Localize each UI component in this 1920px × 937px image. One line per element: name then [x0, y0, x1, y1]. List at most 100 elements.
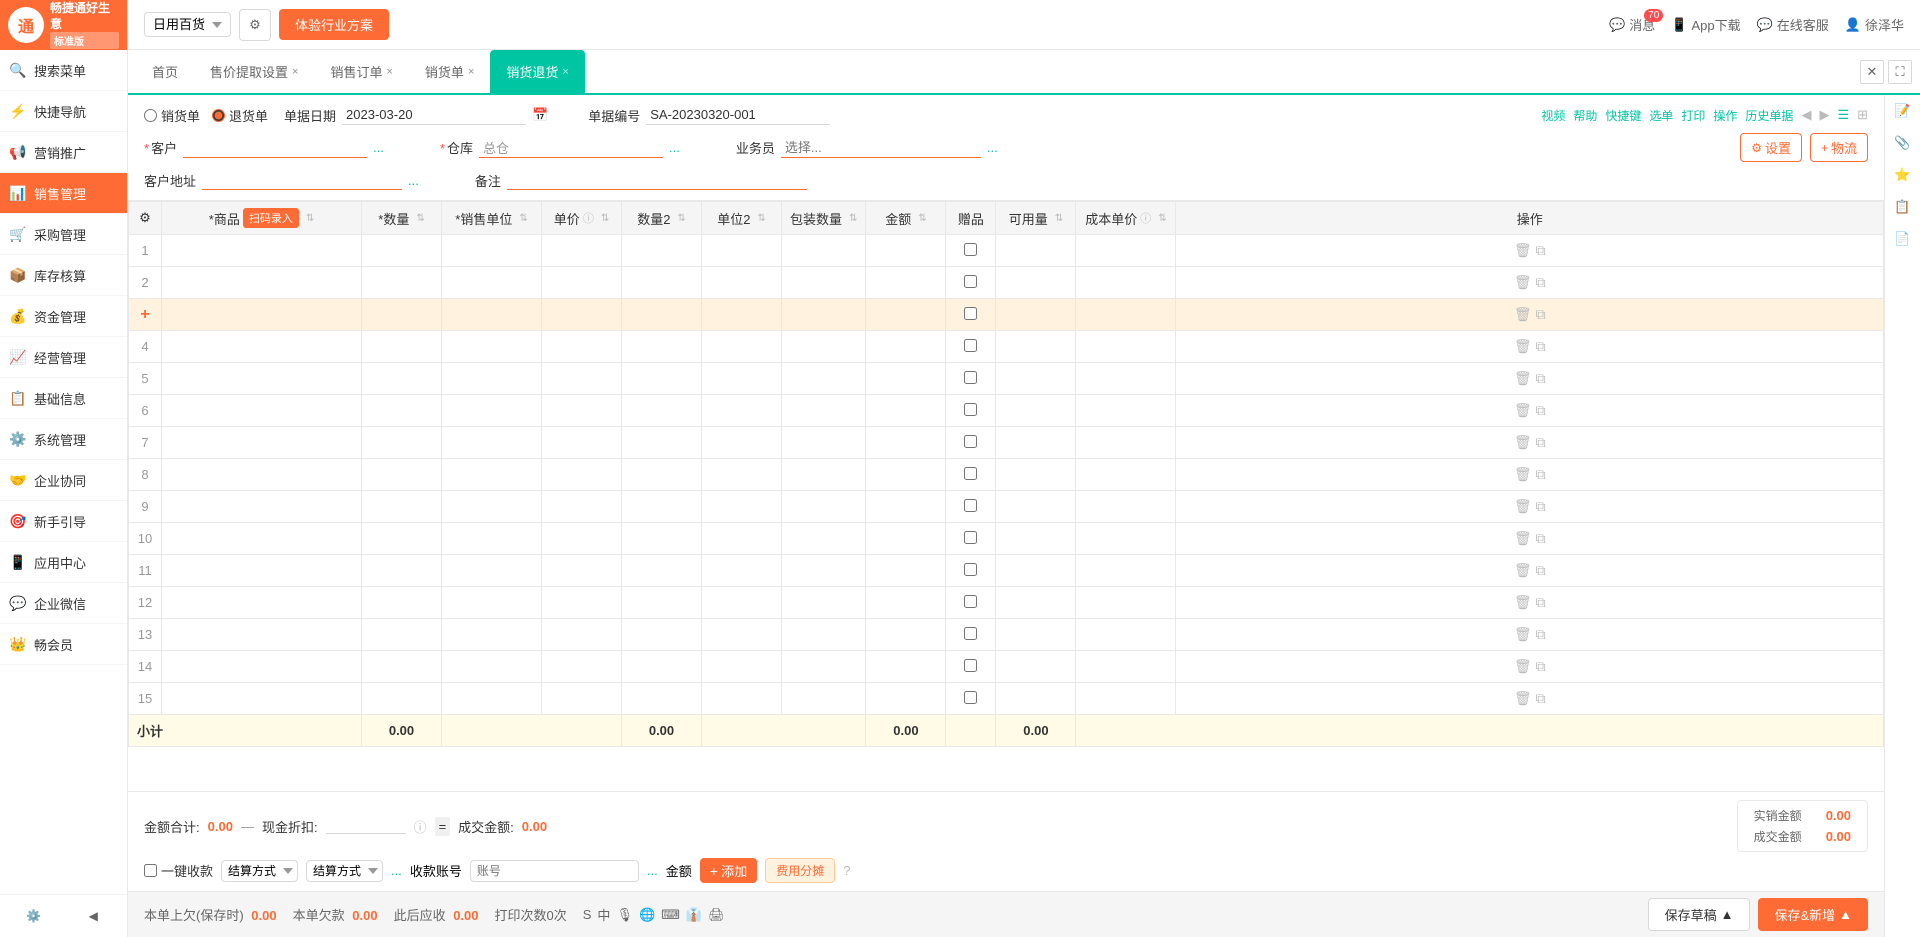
goods-cell-12[interactable] — [162, 587, 362, 619]
customer-input[interactable] — [183, 138, 367, 158]
pack-cell-5[interactable] — [782, 363, 866, 395]
goods-cell-6[interactable] — [162, 395, 362, 427]
delete-icon-12[interactable]: 🗑 — [1514, 594, 1532, 611]
footer-icon2[interactable]: 中 — [597, 905, 610, 924]
qty2-cell-13[interactable] — [622, 619, 702, 651]
help-link[interactable]: 帮助 — [1573, 107, 1597, 124]
salesperson-input[interactable] — [781, 138, 981, 158]
sidebar-item-purchase[interactable]: 🛒采购管理 — [0, 214, 127, 255]
avail-cell-7[interactable] — [996, 427, 1076, 459]
unit-cell-6[interactable] — [442, 395, 542, 427]
gift-checkbox-11[interactable] — [964, 563, 977, 576]
close-tab-btn[interactable]: ✕ — [1860, 60, 1884, 84]
copy-icon-6[interactable]: ⧉ — [1536, 402, 1546, 419]
pack-sort-icon[interactable]: ⇅ — [849, 213, 857, 224]
tab-close-sale-return[interactable]: × — [562, 66, 568, 78]
gift-cell-5[interactable] — [946, 363, 996, 395]
qty-cell-2[interactable] — [362, 267, 442, 299]
sidebar-item-sales[interactable]: 📊销售管理 — [0, 173, 127, 214]
amount-cell-14[interactable] — [866, 651, 946, 683]
right-panel-log[interactable]: 📋 — [1894, 199, 1910, 215]
footer-icon7[interactable]: 🖨 — [708, 907, 725, 923]
price-sort-icon[interactable]: ⇅ — [601, 213, 609, 224]
pack-cell-10[interactable] — [782, 523, 866, 555]
sidebar-item-member[interactable]: 👑畅会员 — [0, 624, 127, 665]
radio-return-input[interactable] — [212, 109, 225, 122]
price-cell-8[interactable] — [542, 459, 622, 491]
footer-icon4[interactable]: 🌐 — [639, 907, 655, 923]
account-ellipsis[interactable]: ... — [391, 863, 402, 878]
goods-input-10[interactable] — [168, 532, 355, 546]
sidebar-item-apps[interactable]: 📱应用中心 — [0, 542, 127, 583]
goods-input-4[interactable] — [168, 340, 355, 354]
copy-icon-13[interactable]: ⧉ — [1536, 626, 1546, 643]
goods-cell-11[interactable] — [162, 555, 362, 587]
amount-cell-12[interactable] — [866, 587, 946, 619]
amount-cell-8[interactable] — [866, 459, 946, 491]
settings-icon[interactable]: ⚙ — [139, 210, 151, 225]
gift-cell-10[interactable] — [946, 523, 996, 555]
serial-input[interactable] — [646, 105, 830, 125]
sidebar-item-search[interactable]: 🔍搜索菜单 — [0, 50, 127, 91]
goods-cell-4[interactable] — [162, 331, 362, 363]
gift-cell-13[interactable] — [946, 619, 996, 651]
unit2-cell-3[interactable] — [702, 299, 782, 331]
goods-input-7[interactable] — [168, 436, 355, 450]
qty-cell-12[interactable] — [362, 587, 442, 619]
qty2-cell-9[interactable] — [622, 491, 702, 523]
avail-cell-3[interactable] — [996, 299, 1076, 331]
price-cell-5[interactable] — [542, 363, 622, 395]
pack-cell-6[interactable] — [782, 395, 866, 427]
unit2-cell-13[interactable] — [702, 619, 782, 651]
tab-home[interactable]: 首页 — [136, 50, 194, 95]
avail-cell-6[interactable] — [996, 395, 1076, 427]
cost-cell-10[interactable] — [1076, 523, 1176, 555]
price-info-icon[interactable]: ⓘ — [583, 210, 594, 226]
gift-cell-15[interactable] — [946, 683, 996, 715]
qty-cell-7[interactable] — [362, 427, 442, 459]
prev-icon[interactable]: ◀ — [1801, 107, 1811, 123]
delete-icon-5[interactable]: 🗑 — [1514, 370, 1532, 387]
cost-cell-3[interactable] — [1076, 299, 1176, 331]
amount-cell-9[interactable] — [866, 491, 946, 523]
tab-sale-return[interactable]: 销货退货× — [490, 50, 584, 95]
footer-icon6[interactable]: 👔 — [686, 907, 702, 923]
delete-icon-15[interactable]: 🗑 — [1514, 690, 1532, 707]
qty2-cell-5[interactable] — [622, 363, 702, 395]
pack-cell-2[interactable] — [782, 267, 866, 299]
pack-cell-13[interactable] — [782, 619, 866, 651]
history-link[interactable]: 历史单据 — [1745, 107, 1793, 124]
price-cell-15[interactable] — [542, 683, 622, 715]
logistics-btn[interactable]: + 物流 — [1810, 133, 1868, 162]
goods-cell-1[interactable] — [162, 235, 362, 267]
delete-icon-3[interactable]: 🗑 — [1514, 306, 1532, 323]
operate-link[interactable]: 操作 — [1713, 107, 1737, 124]
pack-cell-4[interactable] — [782, 331, 866, 363]
copy-icon-4[interactable]: ⧉ — [1536, 338, 1546, 355]
copy-icon-7[interactable]: ⧉ — [1536, 434, 1546, 451]
goods-input-6[interactable] — [168, 404, 355, 418]
goods-cell-5[interactable] — [162, 363, 362, 395]
industry-select[interactable]: 日用百货 — [144, 12, 231, 37]
cost-cell-9[interactable] — [1076, 491, 1176, 523]
account2-ellipsis[interactable]: ... — [647, 863, 658, 878]
gift-checkbox-6[interactable] — [964, 403, 977, 416]
customer-ellipsis[interactable]: ... — [373, 140, 384, 155]
delete-icon-8[interactable]: 🗑 — [1514, 466, 1532, 483]
unit-cell-13[interactable] — [442, 619, 542, 651]
gift-checkbox-14[interactable] — [964, 659, 977, 672]
cost-cell-7[interactable] — [1076, 427, 1176, 459]
header-gear-btn[interactable]: ⚙ — [239, 9, 271, 41]
sidebar-item-corp[interactable]: 🤝企业协同 — [0, 460, 127, 501]
unit2-cell-5[interactable] — [702, 363, 782, 395]
goods-cell-13[interactable] — [162, 619, 362, 651]
gift-checkbox-1[interactable] — [964, 243, 977, 256]
add-payment-btn[interactable]: + 添加 — [700, 858, 758, 883]
add-row-btn[interactable]: + — [135, 305, 155, 325]
copy-icon-5[interactable]: ⧉ — [1536, 370, 1546, 387]
avail-sort-icon[interactable]: ⇅ — [1055, 213, 1063, 224]
online-service-btn[interactable]: 💬 在线客服 — [1757, 15, 1829, 34]
goods-input-12[interactable] — [168, 596, 355, 610]
grid-view-icon[interactable]: ⊞ — [1857, 107, 1868, 123]
footer-icon3[interactable]: 🎙 — [616, 907, 633, 923]
